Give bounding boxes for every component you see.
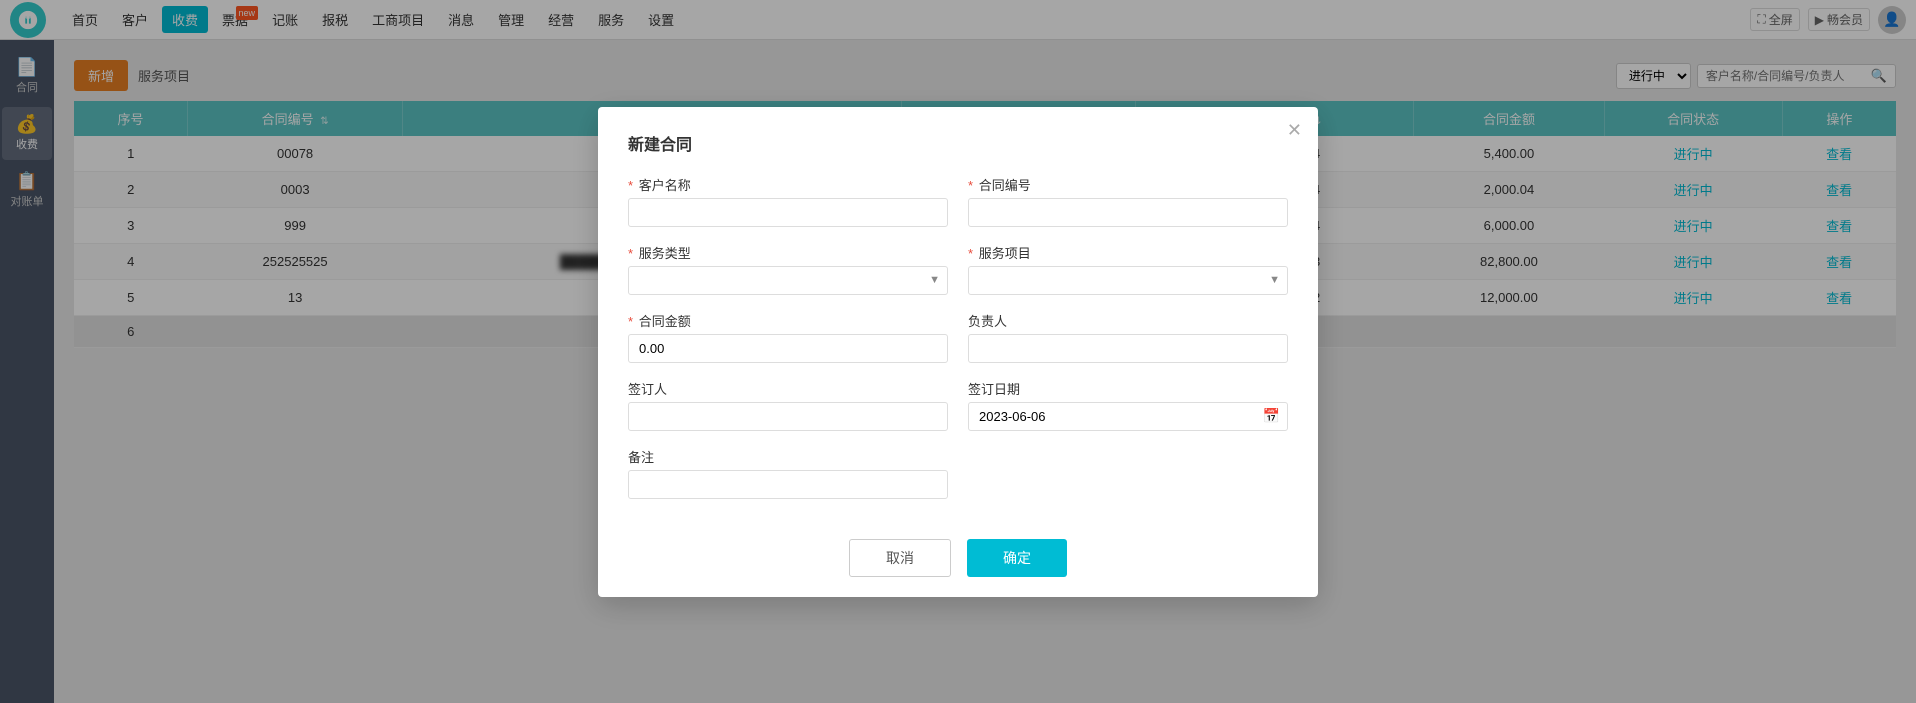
customer-name-input[interactable]: [628, 198, 948, 227]
form-group-amount: * 合同金额: [628, 311, 948, 363]
amount-input[interactable]: [628, 334, 948, 363]
signer-label: 签订人: [628, 379, 948, 398]
form-group-signer: 签订人: [628, 379, 948, 431]
remark-input[interactable]: [628, 470, 948, 499]
form-group-service-type: * 服务类型 ▼: [628, 243, 948, 295]
form-row-2: * 服务类型 ▼ * 服务项目: [628, 243, 1288, 295]
form-row-3: * 合同金额 负责人: [628, 311, 1288, 363]
owner-input[interactable]: [968, 334, 1288, 363]
sign-date-wrapper: 📅: [968, 402, 1288, 431]
form-group-remark: 备注: [628, 447, 948, 499]
modal-title: 新建合同: [628, 131, 1288, 155]
form-row-4: 签订人 签订日期 📅: [628, 379, 1288, 431]
owner-label: 负责人: [968, 311, 1288, 330]
form-group-sign-date: 签订日期 📅: [968, 379, 1288, 431]
service-type-select-wrapper: ▼: [628, 266, 948, 295]
amount-label: * 合同金额: [628, 311, 948, 330]
service-type-label: * 服务类型: [628, 243, 948, 262]
remark-label: 备注: [628, 447, 948, 466]
service-item-select[interactable]: [968, 266, 1288, 295]
service-item-select-wrapper: ▼: [968, 266, 1288, 295]
cancel-button[interactable]: 取消: [849, 539, 951, 577]
form-group-owner: 负责人: [968, 311, 1288, 363]
customer-name-label: * 客户名称: [628, 175, 948, 194]
contract-no-input[interactable]: [968, 198, 1288, 227]
modal-footer: 取消 确定: [628, 523, 1288, 577]
service-item-label: * 服务项目: [968, 243, 1288, 262]
form-group-service-item: * 服务项目 ▼: [968, 243, 1288, 295]
signer-input[interactable]: [628, 402, 948, 431]
sign-date-input[interactable]: [968, 402, 1288, 431]
form-row-5: 备注: [628, 447, 1288, 499]
form-group-customer: * 客户名称: [628, 175, 948, 227]
form-group-contract-no: * 合同编号: [968, 175, 1288, 227]
contract-no-label: * 合同编号: [968, 175, 1288, 194]
form-row-1: * 客户名称 * 合同编号: [628, 175, 1288, 227]
modal-overlay: 新建合同 ✕ * 客户名称 * 合同编号: [0, 0, 1916, 703]
sign-date-label: 签订日期: [968, 379, 1288, 398]
new-contract-modal: 新建合同 ✕ * 客户名称 * 合同编号: [598, 107, 1318, 597]
service-type-select[interactable]: [628, 266, 948, 295]
modal-close-button[interactable]: ✕: [1287, 121, 1302, 139]
confirm-button[interactable]: 确定: [967, 539, 1067, 577]
